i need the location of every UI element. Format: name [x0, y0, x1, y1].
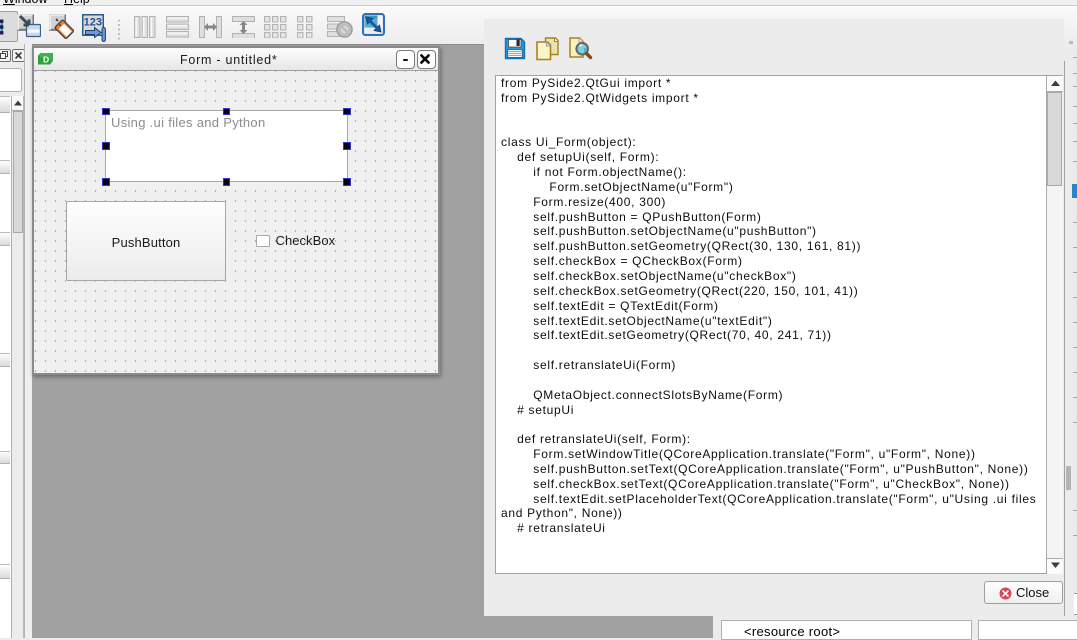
svg-text:123: 123: [84, 17, 102, 29]
svg-text:D: D: [43, 55, 49, 65]
